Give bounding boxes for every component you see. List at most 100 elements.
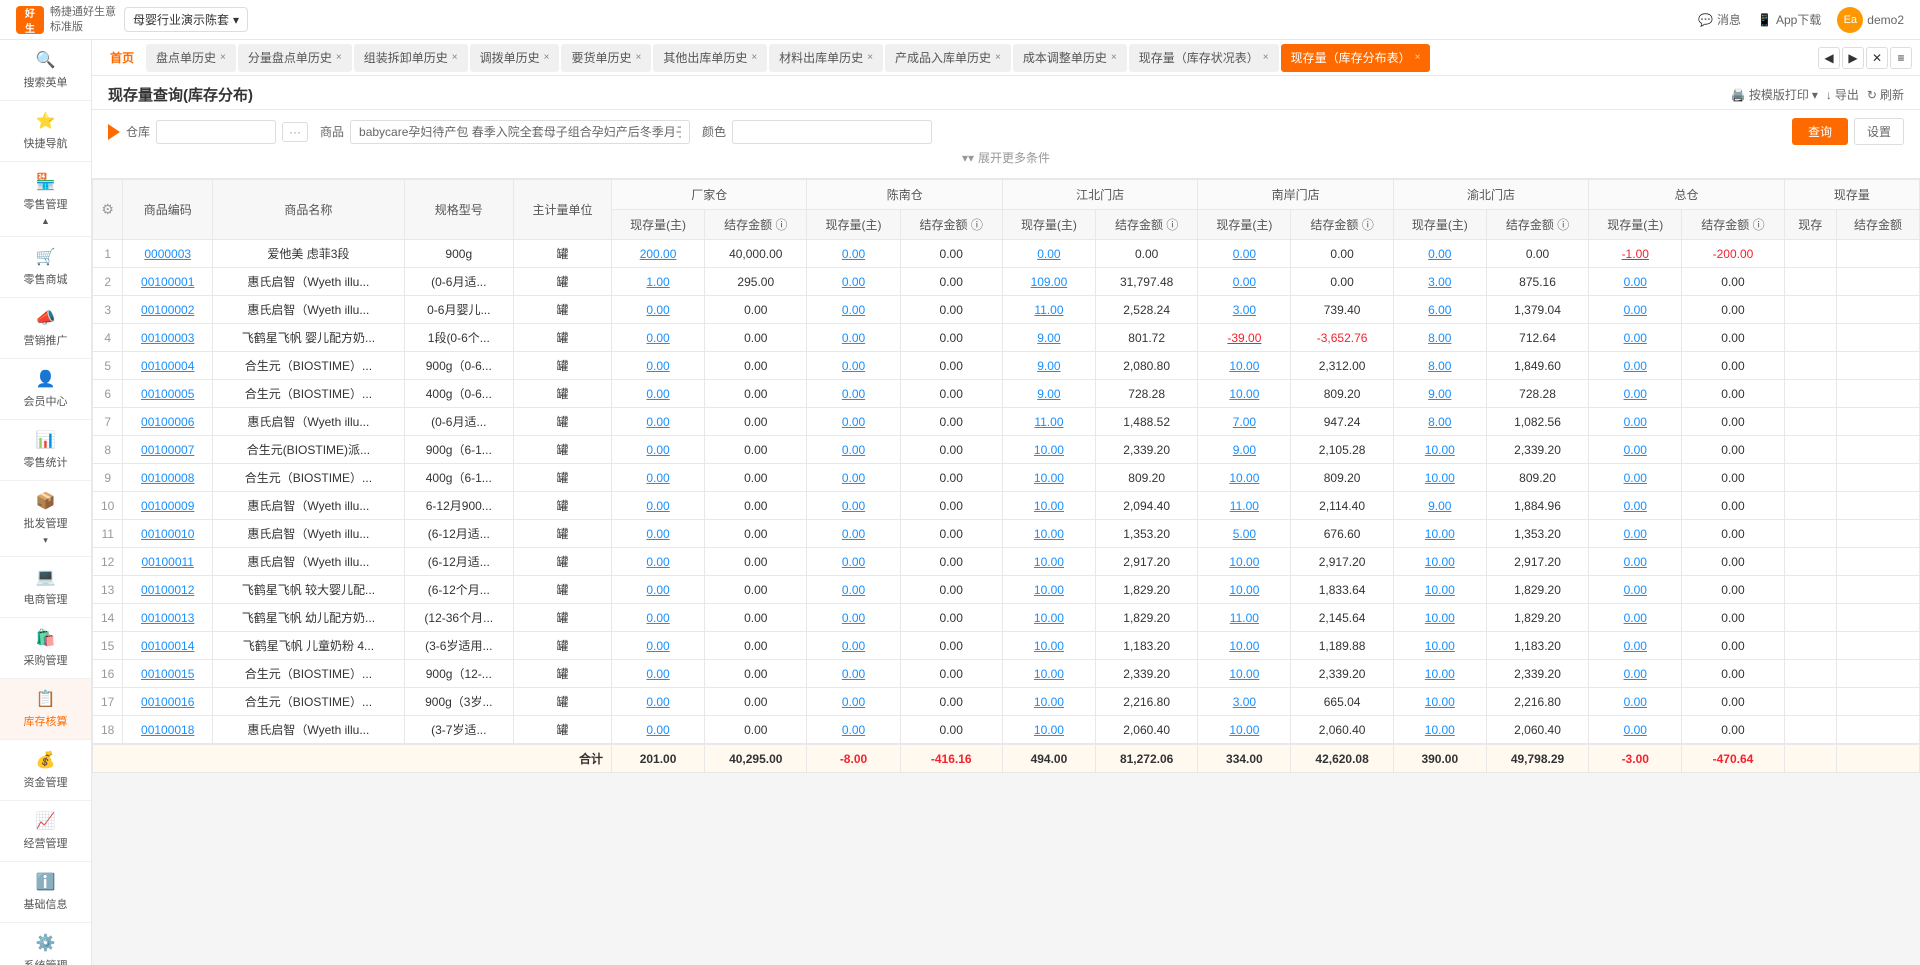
message-btn[interactable]: 💬 消息 xyxy=(1698,11,1741,28)
sidebar-item-marketing[interactable]: 📣 营销推广 xyxy=(0,298,91,359)
sidebar-item-finance[interactable]: 💰 资金管理 xyxy=(0,740,91,801)
tab-assembly-history[interactable]: 组装拆卸单历史 × xyxy=(354,44,468,72)
cell-yb-stock[interactable]: 8.00 xyxy=(1393,324,1486,352)
cell-na-stock[interactable]: 10.00 xyxy=(1198,464,1291,492)
sidebar-item-ecommerce[interactable]: 💻 电商管理 xyxy=(0,557,91,618)
print-button[interactable]: 🖨️ 按模版打印 ▾ xyxy=(1731,86,1818,103)
cell-total-stock[interactable]: 0.00 xyxy=(1589,268,1682,296)
cell-na-stock[interactable]: 5.00 xyxy=(1198,520,1291,548)
cell-code[interactable]: 00100016 xyxy=(123,688,213,716)
sidebar-item-operations[interactable]: 📈 经营管理 xyxy=(0,801,91,862)
cell-fc-stock[interactable]: 0.00 xyxy=(612,408,705,436)
cell-code[interactable]: 00100018 xyxy=(123,716,213,745)
cell-total-stock[interactable]: 0.00 xyxy=(1589,296,1682,324)
close-icon[interactable]: × xyxy=(751,52,757,63)
cell-total-stock[interactable]: 0.00 xyxy=(1589,688,1682,716)
cell-total-stock[interactable]: 0.00 xyxy=(1589,660,1682,688)
close-icon[interactable]: × xyxy=(220,52,226,63)
cell-cn-stock[interactable]: 0.00 xyxy=(807,296,900,324)
cell-total-stock[interactable]: 0.00 xyxy=(1589,520,1682,548)
tab-order-history[interactable]: 要货单历史 × xyxy=(561,44,651,72)
cell-fc-stock[interactable]: 200.00 xyxy=(612,240,705,268)
cell-fc-stock[interactable]: 1.00 xyxy=(612,268,705,296)
tab-material-outbound[interactable]: 材料出库单历史 × xyxy=(769,44,883,72)
cell-jb-stock[interactable]: 10.00 xyxy=(1002,492,1095,520)
tab-portion-count-history[interactable]: 分量盘点单历史 × xyxy=(238,44,352,72)
cell-fc-stock[interactable]: 0.00 xyxy=(612,352,705,380)
cell-cn-stock[interactable]: 0.00 xyxy=(807,464,900,492)
expand-more-btn[interactable]: ▾▾ 展开更多条件 xyxy=(108,145,1904,170)
cell-yb-stock[interactable]: 10.00 xyxy=(1393,436,1486,464)
cell-total-stock[interactable]: 0.00 xyxy=(1589,492,1682,520)
cell-na-stock[interactable]: 10.00 xyxy=(1198,716,1291,745)
cell-yb-stock[interactable]: 10.00 xyxy=(1393,520,1486,548)
cell-yb-stock[interactable]: 10.00 xyxy=(1393,576,1486,604)
sidebar-item-search[interactable]: 🔍 搜索英单 xyxy=(0,40,91,101)
cell-yb-stock[interactable]: 8.00 xyxy=(1393,408,1486,436)
cell-yb-stock[interactable]: 10.00 xyxy=(1393,632,1486,660)
cell-cn-stock[interactable]: 0.00 xyxy=(807,380,900,408)
sidebar-item-retail-stats[interactable]: 📊 零售统计 xyxy=(0,420,91,481)
cell-na-stock[interactable]: 10.00 xyxy=(1198,576,1291,604)
cell-fc-stock[interactable]: 0.00 xyxy=(612,660,705,688)
cell-jb-stock[interactable]: 10.00 xyxy=(1002,688,1095,716)
cell-cn-stock[interactable]: 0.00 xyxy=(807,324,900,352)
refresh-button[interactable]: ↻ 刷新 xyxy=(1867,86,1904,103)
cell-code[interactable]: 00100008 xyxy=(123,464,213,492)
cell-fc-stock[interactable]: 0.00 xyxy=(612,380,705,408)
cell-jb-stock[interactable]: 10.00 xyxy=(1002,436,1095,464)
cell-yb-stock[interactable]: 10.00 xyxy=(1393,716,1486,745)
cell-cn-stock[interactable]: 0.00 xyxy=(807,408,900,436)
nav-next-btn[interactable]: ▶ xyxy=(1842,47,1864,69)
close-icon[interactable]: × xyxy=(336,52,342,63)
cell-fc-stock[interactable]: 0.00 xyxy=(612,688,705,716)
cell-cn-stock[interactable]: 0.00 xyxy=(807,352,900,380)
cell-na-stock[interactable]: 10.00 xyxy=(1198,632,1291,660)
tab-product-inbound[interactable]: 产成品入库单历史 × xyxy=(885,44,1011,72)
cell-code[interactable]: 00100011 xyxy=(123,548,213,576)
color-input[interactable] xyxy=(732,120,932,144)
tab-transfer-history[interactable]: 调拨单历史 × xyxy=(470,44,560,72)
cell-jb-stock[interactable]: 9.00 xyxy=(1002,380,1095,408)
cell-cn-stock[interactable]: 0.00 xyxy=(807,716,900,745)
nav-menu-btn[interactable]: ≡ xyxy=(1890,47,1912,69)
tab-cost-adjust[interactable]: 成本调整单历史 × xyxy=(1013,44,1127,72)
cell-cn-stock[interactable]: 0.00 xyxy=(807,520,900,548)
cell-na-stock[interactable]: 9.00 xyxy=(1198,436,1291,464)
close-icon[interactable]: × xyxy=(867,52,873,63)
query-button[interactable]: 查询 xyxy=(1792,118,1848,145)
cell-jb-stock[interactable]: 10.00 xyxy=(1002,716,1095,745)
cell-cn-stock[interactable]: 0.00 xyxy=(807,688,900,716)
cell-yb-stock[interactable]: 9.00 xyxy=(1393,492,1486,520)
tab-stock-status[interactable]: 现存量（库存状况表） × xyxy=(1129,44,1279,72)
cell-na-stock[interactable]: 10.00 xyxy=(1198,352,1291,380)
cell-fc-stock[interactable]: 0.00 xyxy=(612,324,705,352)
nav-prev-btn[interactable]: ◀ xyxy=(1818,47,1840,69)
cell-fc-stock[interactable]: 0.00 xyxy=(612,576,705,604)
cell-yb-stock[interactable]: 10.00 xyxy=(1393,604,1486,632)
cell-fc-stock[interactable]: 0.00 xyxy=(612,716,705,745)
cell-na-stock[interactable]: 3.00 xyxy=(1198,688,1291,716)
close-icon[interactable]: × xyxy=(544,52,550,63)
cell-total-stock[interactable]: 0.00 xyxy=(1589,436,1682,464)
cell-fc-stock[interactable]: 0.00 xyxy=(612,464,705,492)
cell-yb-stock[interactable]: 10.00 xyxy=(1393,464,1486,492)
close-icon[interactable]: × xyxy=(1263,52,1269,63)
cell-na-stock[interactable]: 11.00 xyxy=(1198,604,1291,632)
cell-total-stock[interactable]: 0.00 xyxy=(1589,380,1682,408)
cell-code[interactable]: 00100012 xyxy=(123,576,213,604)
cell-cn-stock[interactable]: 0.00 xyxy=(807,436,900,464)
sidebar-item-system[interactable]: ⚙️ 系统管理 xyxy=(0,923,91,965)
setting-button[interactable]: 设置 xyxy=(1854,118,1904,145)
cell-cn-stock[interactable]: 0.00 xyxy=(807,240,900,268)
cell-jb-stock[interactable]: 10.00 xyxy=(1002,520,1095,548)
cell-code[interactable]: 00100013 xyxy=(123,604,213,632)
sidebar-item-purchase[interactable]: 🛍️ 采购管理 xyxy=(0,618,91,679)
tab-inventory-count-history[interactable]: 盘点单历史 × xyxy=(146,44,236,72)
cell-na-stock[interactable]: 7.00 xyxy=(1198,408,1291,436)
sidebar-item-inventory[interactable]: 📋 库存核算 xyxy=(0,679,91,740)
tab-other-outbound[interactable]: 其他出库单历史 × xyxy=(653,44,767,72)
cell-yb-stock[interactable]: 0.00 xyxy=(1393,240,1486,268)
cell-cn-stock[interactable]: 0.00 xyxy=(807,492,900,520)
cell-code[interactable]: 00100006 xyxy=(123,408,213,436)
